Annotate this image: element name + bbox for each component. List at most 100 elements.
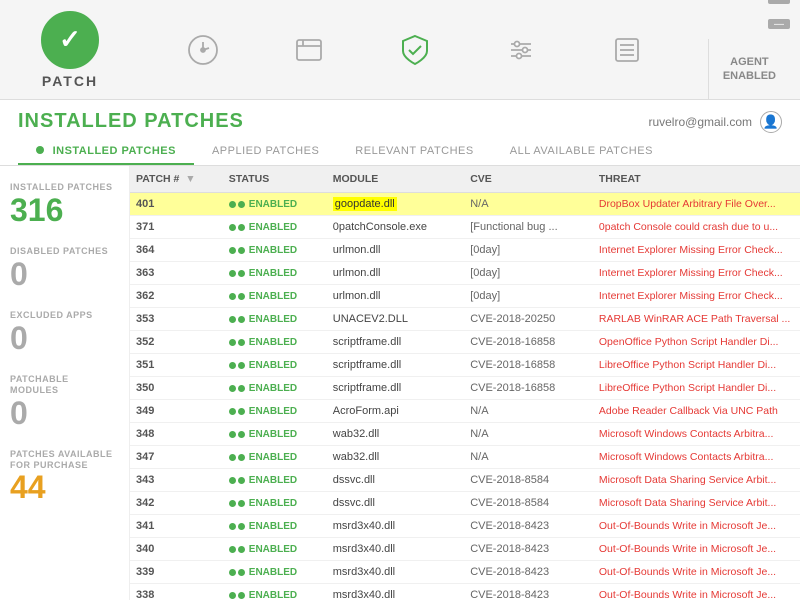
cell-patch-num: 350 — [130, 377, 223, 400]
status-dot-1 — [229, 224, 236, 231]
tab-bar: INSTALLED PATCHES APPLIED PATCHES RELEVA… — [0, 133, 800, 166]
nav-icons — [130, 24, 700, 76]
cell-module: urlmon.dll — [327, 262, 464, 285]
cell-patch-num: 353 — [130, 308, 223, 331]
table-row[interactable]: 353 ENABLED UNACEV2.DLLCVE-2018-20250RAR… — [130, 308, 800, 331]
table-row[interactable]: 340 ENABLED msrd3x40.dllCVE-2018-8423Out… — [130, 538, 800, 561]
cell-cve: CVE-2018-8423 — [464, 515, 593, 538]
minimize-button[interactable]: — — [768, 19, 790, 29]
cell-threat: Microsoft Data Sharing Service Arbit... — [593, 492, 800, 515]
table-scroll[interactable]: PATCH # ▼ STATUS MODULE CVE THREAT 401 E… — [130, 166, 800, 600]
status-label: ENABLED — [249, 452, 297, 463]
col-module[interactable]: MODULE — [327, 166, 464, 193]
status-dot-2 — [238, 293, 245, 300]
cell-cve: [0day] — [464, 262, 593, 285]
cell-patch-num: 341 — [130, 515, 223, 538]
stat-purchase: PATCHES AVAILABLE FOR PURCHASE 44 — [10, 449, 119, 506]
col-patch[interactable]: PATCH # ▼ — [130, 166, 223, 193]
status-dot-1 — [229, 431, 236, 438]
cell-status: ENABLED — [223, 538, 327, 561]
tab-available[interactable]: ALL AVAILABLE PATCHES — [492, 139, 671, 165]
status-label: ENABLED — [249, 544, 297, 555]
cell-module: scriptframe.dll — [327, 331, 464, 354]
cell-threat: Out-Of-Bounds Write in Microsoft Je... — [593, 515, 800, 538]
status-label: ENABLED — [249, 567, 297, 578]
cell-module: msrd3x40.dll — [327, 515, 464, 538]
status-dot-2 — [238, 362, 245, 369]
status-dot-1 — [229, 201, 236, 208]
cell-status: ENABLED — [223, 354, 327, 377]
table-row[interactable]: 363 ENABLED urlmon.dll[0day]Internet Exp… — [130, 262, 800, 285]
cell-cve: [0day] — [464, 285, 593, 308]
header-right: ✕ — AGENT ENABLED — [708, 0, 790, 99]
status-label: ENABLED — [249, 475, 297, 486]
nav-sliders-icon[interactable] — [489, 24, 553, 76]
col-threat[interactable]: THREAT — [593, 166, 800, 193]
user-avatar-icon[interactable]: 👤 — [760, 111, 782, 133]
table-row[interactable]: 364 ENABLED urlmon.dll[0day]Internet Exp… — [130, 239, 800, 262]
status-dot-2 — [238, 454, 245, 461]
table-row[interactable]: 348 ENABLED wab32.dllN/AMicrosoft Window… — [130, 423, 800, 446]
nav-dashboard-icon[interactable] — [171, 24, 235, 76]
table-row[interactable]: 341 ENABLED msrd3x40.dllCVE-2018-8423Out… — [130, 515, 800, 538]
nav-shield-icon[interactable] — [383, 24, 447, 76]
cell-threat: Microsoft Data Sharing Service Arbit... — [593, 469, 800, 492]
status-dot-2 — [238, 201, 245, 208]
cell-patch-num: 351 — [130, 354, 223, 377]
status-dot-2 — [238, 339, 245, 346]
table-row[interactable]: 362 ENABLED urlmon.dll[0day]Internet Exp… — [130, 285, 800, 308]
cell-patch-num: 342 — [130, 492, 223, 515]
cell-patch-num: 362 — [130, 285, 223, 308]
table-row[interactable]: 349 ENABLED AcroForm.apiN/AAdobe Reader … — [130, 400, 800, 423]
cell-threat: Out-Of-Bounds Write in Microsoft Je... — [593, 584, 800, 600]
status-label: ENABLED — [249, 429, 297, 440]
cell-threat: DropBox Updater Arbitrary File Over... — [593, 193, 800, 216]
table-row[interactable]: 351 ENABLED scriptframe.dllCVE-2018-1685… — [130, 354, 800, 377]
table-row[interactable]: 401 ENABLED goopdate.dllN/ADropBox Updat… — [130, 193, 800, 216]
cell-cve: CVE-2018-20250 — [464, 308, 593, 331]
user-email: ruvelro@gmail.com — [648, 115, 752, 129]
table-row[interactable]: 350 ENABLED scriptframe.dllCVE-2018-1685… — [130, 377, 800, 400]
cell-cve: N/A — [464, 446, 593, 469]
table-row[interactable]: 371 ENABLED 0patchConsole.exe[Functional… — [130, 216, 800, 239]
cell-cve: CVE-2018-8584 — [464, 469, 593, 492]
table-row[interactable]: 338 ENABLED msrd3x40.dllCVE-2018-8423Out… — [130, 584, 800, 600]
cell-patch-num: 364 — [130, 239, 223, 262]
agent-status: AGENT ENABLED — [723, 55, 776, 84]
cell-threat: RARLAB WinRAR ACE Path Traversal ... — [593, 308, 800, 331]
cell-module: dssvc.dll — [327, 469, 464, 492]
col-cve[interactable]: CVE — [464, 166, 593, 193]
table-body: 401 ENABLED goopdate.dllN/ADropBox Updat… — [130, 193, 800, 600]
tab-installed[interactable]: INSTALLED PATCHES — [18, 139, 194, 165]
close-button[interactable]: ✕ — [768, 0, 790, 4]
nav-list-icon[interactable] — [595, 24, 659, 76]
col-status[interactable]: STATUS — [223, 166, 327, 193]
table-row[interactable]: 343 ENABLED dssvc.dllCVE-2018-8584Micros… — [130, 469, 800, 492]
cell-cve: N/A — [464, 193, 593, 216]
tab-relevant[interactable]: RELEVANT PATCHES — [337, 139, 491, 165]
cell-status: ENABLED — [223, 446, 327, 469]
table-row[interactable]: 347 ENABLED wab32.dllN/AMicrosoft Window… — [130, 446, 800, 469]
table-row[interactable]: 342 ENABLED dssvc.dllCVE-2018-8584Micros… — [130, 492, 800, 515]
tab-applied[interactable]: APPLIED PATCHES — [194, 139, 337, 165]
status-label: ENABLED — [249, 222, 297, 233]
cell-status: ENABLED — [223, 515, 327, 538]
table-row[interactable]: 339 ENABLED msrd3x40.dllCVE-2018-8423Out… — [130, 561, 800, 584]
stat-patchable-label: PATCHABLE MODULES — [10, 374, 119, 396]
status-dot-1 — [229, 569, 236, 576]
table-row[interactable]: 352 ENABLED scriptframe.dllCVE-2018-1685… — [130, 331, 800, 354]
cell-threat: Internet Explorer Missing Error Check... — [593, 239, 800, 262]
status-dot-2 — [238, 477, 245, 484]
status-dot-2 — [238, 385, 245, 392]
status-dot-2 — [238, 546, 245, 553]
status-label: ENABLED — [249, 406, 297, 417]
user-info: ruvelro@gmail.com 👤 — [648, 111, 782, 133]
sort-arrow-patch: ▼ — [185, 173, 195, 185]
stat-purchase-value: 44 — [10, 470, 119, 505]
status-dot-2 — [238, 316, 245, 323]
status-label: ENABLED — [249, 498, 297, 509]
nav-window-icon[interactable] — [277, 24, 341, 76]
status-label: ENABLED — [249, 590, 297, 600]
status-label: ENABLED — [249, 199, 297, 210]
cell-cve: CVE-2018-16858 — [464, 377, 593, 400]
